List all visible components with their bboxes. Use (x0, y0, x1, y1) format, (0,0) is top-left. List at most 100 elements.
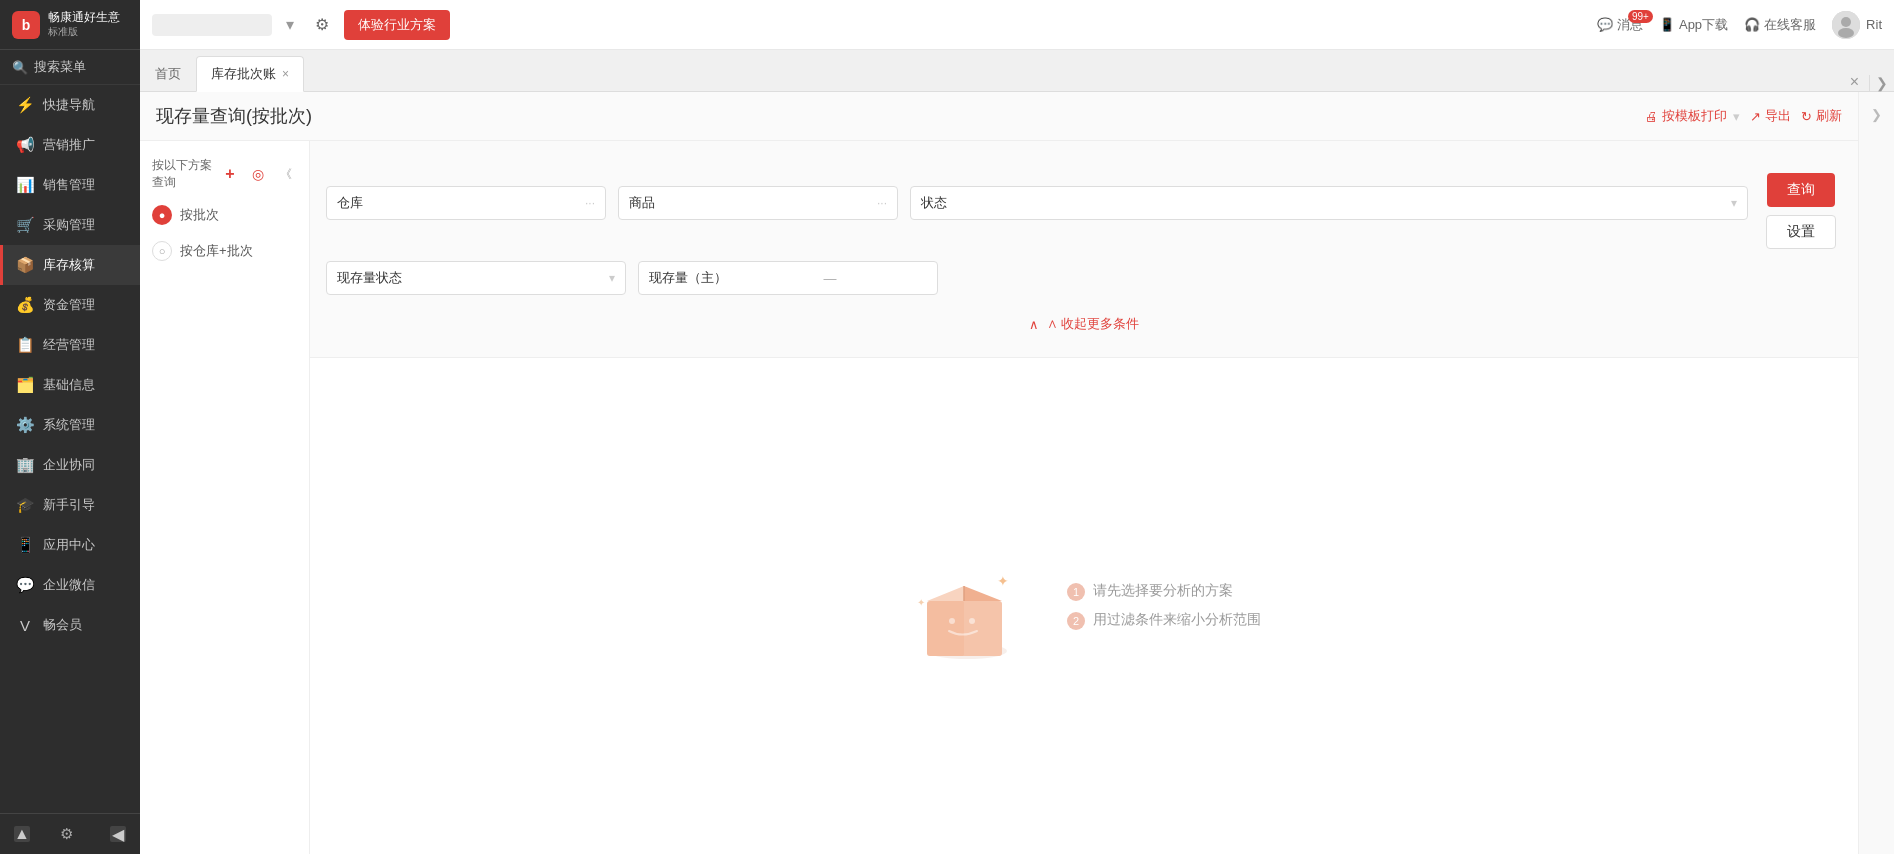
scroll-up-btn[interactable]: ▲ (14, 826, 30, 842)
sidebar-item-operation[interactable]: 📋 经营管理 (0, 325, 140, 365)
sidebar-header: b 畅康通好生意 标准版 (0, 0, 140, 50)
shortcut-icon: ⚡ (15, 95, 35, 115)
experience-btn[interactable]: 体验行业方案 (344, 10, 450, 40)
filter-row-2: 现存量状态 ▾ 现存量（主） — (326, 261, 1842, 295)
sidebar-item-marketing[interactable]: 📢 营销推广 (0, 125, 140, 165)
topbar-left: ▾ ⚙ 体验行业方案 (152, 10, 1589, 40)
filter-main: 仓库 ··· 商品 ··· 状态 (310, 141, 1858, 854)
purchase-icon: 🛒 (15, 215, 35, 235)
export-btn[interactable]: ↗ 导出 (1750, 107, 1791, 125)
template-print-btn[interactable]: 🖨 按模板打印 ▾ (1645, 107, 1740, 125)
filter-item-warehouse-batch[interactable]: ○ 按仓库+批次 (140, 233, 309, 269)
sidebar-item-system[interactable]: ⚙️ 系统管理 (0, 405, 140, 445)
tab-home[interactable]: 首页 (140, 55, 196, 91)
collapse-filter-btn[interactable]: 《 (275, 163, 297, 185)
topbar-gear-btn[interactable]: ⚙ (308, 11, 336, 39)
sidebar-item-enterprise[interactable]: 🏢 企业协同 (0, 445, 140, 485)
batch-active-icon: ● (152, 205, 172, 225)
collapse-sidebar-btn[interactable]: ◀ (110, 826, 126, 842)
svg-point-11 (949, 618, 955, 624)
inv-status-dropdown-icon: ▾ (609, 271, 615, 285)
messages-badge: 99+ (1628, 10, 1653, 23)
svg-point-12 (969, 618, 975, 624)
inventory-status-field[interactable]: 现存量状态 ▾ (326, 261, 626, 295)
sidebar-nav: ⚡ 快捷导航 📢 营销推广 📊 销售管理 🛒 采购管理 📦 库存核算 💰 资金管… (0, 85, 140, 813)
empty-state: ✦ ✦ 1 (310, 357, 1858, 854)
download-icon: 📱 (1659, 17, 1675, 32)
system-icon: ⚙️ (15, 415, 35, 435)
app-download-btn[interactable]: 📱 App下载 (1659, 16, 1728, 34)
finance-icon: 💰 (15, 295, 35, 315)
inventory-icon: 📦 (15, 255, 35, 275)
tab-inventory-batch[interactable]: 库存批次账 × (196, 56, 304, 92)
online-support-btn[interactable]: 🎧 在线客服 (1744, 16, 1816, 34)
wechat-icon: 💬 (15, 575, 35, 595)
warehouse-batch-icon: ○ (152, 241, 172, 261)
sidebar-item-vip[interactable]: V 畅会员 (0, 605, 140, 645)
page-title: 现存量查询(按批次) (156, 104, 312, 128)
svg-marker-5 (927, 586, 964, 601)
svg-rect-7 (927, 601, 964, 656)
settings-btn[interactable]: ⚙ (56, 824, 76, 844)
sidebar-item-apps[interactable]: 📱 应用中心 (0, 525, 140, 565)
sidebar-item-inventory[interactable]: 📦 库存核算 (0, 245, 140, 285)
export-icon: ↗ (1750, 109, 1761, 124)
search-icon: 🔍 (12, 60, 28, 75)
filter-action-buttons: 查询 设置 (1760, 157, 1842, 249)
empty-illustration: ✦ ✦ (907, 546, 1027, 666)
expand-icon[interactable]: ❯ (1869, 75, 1894, 91)
support-icon: 🎧 (1744, 17, 1760, 32)
query-btn[interactable]: 查询 (1767, 173, 1835, 207)
inv-main-separator: — (824, 271, 837, 286)
gear-icon: ⚙ (315, 15, 329, 34)
svg-point-2 (1838, 28, 1854, 38)
filter-item-batch[interactable]: ● 按批次 (140, 197, 309, 233)
status-dropdown-icon: ▾ (1731, 196, 1737, 210)
scheme-settings-btn[interactable]: ◎ (247, 163, 269, 185)
settings-btn[interactable]: 设置 (1766, 215, 1836, 249)
newbie-icon: 🎓 (15, 495, 35, 515)
filter-row-1: 仓库 ··· 商品 ··· 状态 (326, 157, 1842, 249)
sidebar-item-basic[interactable]: 🗂️ 基础信息 (0, 365, 140, 405)
filter-form: 仓库 ··· 商品 ··· 状态 (310, 141, 1858, 357)
sidebar-item-purchase[interactable]: 🛒 采购管理 (0, 205, 140, 245)
empty-step-1: 1 请先选择要分析的方案 (1067, 582, 1261, 601)
sidebar-item-newbie[interactable]: 🎓 新手引导 (0, 485, 140, 525)
topbar-dropdown-icon[interactable]: ▾ (280, 15, 300, 35)
content-area: 现存量查询(按批次) 🖨 按模板打印 ▾ ↗ 导出 ↻ 刷新 (140, 92, 1894, 854)
sidebar-item-finance[interactable]: 💰 资金管理 (0, 285, 140, 325)
tab-close-icon[interactable]: × (282, 67, 289, 81)
messages-btn[interactable]: 💬 消息 99+ (1597, 16, 1643, 34)
vip-icon: V (15, 615, 35, 635)
page-wrapper: 现存量查询(按批次) 🖨 按模板打印 ▾ ↗ 导出 ↻ 刷新 (140, 92, 1858, 854)
inventory-main-field[interactable]: 现存量（主） — (638, 261, 938, 295)
warehouse-field[interactable]: 仓库 ··· (326, 186, 606, 220)
enterprise-icon: 🏢 (15, 455, 35, 475)
app-logo: b (12, 11, 40, 39)
dropdown-print-icon[interactable]: ▾ (1733, 109, 1740, 124)
close-page-btn[interactable]: × (1840, 73, 1869, 91)
user-avatar (1832, 11, 1860, 39)
page-header: 现存量查询(按批次) 🖨 按模板打印 ▾ ↗ 导出 ↻ 刷新 (140, 92, 1858, 141)
main-area: ▾ ⚙ 体验行业方案 💬 消息 99+ 📱 App下载 🎧 在线客服 (140, 0, 1894, 854)
refresh-btn[interactable]: ↻ 刷新 (1801, 107, 1842, 125)
filter-sidebar: 按以下方案查询 + ◎ 《 ● 按批次 ○ 按仓库+批次 (140, 141, 310, 854)
filter-area: 按以下方案查询 + ◎ 《 ● 按批次 ○ 按仓库+批次 (140, 141, 1858, 854)
sidebar-item-shortcut[interactable]: ⚡ 快捷导航 (0, 85, 140, 125)
topbar-right: 💬 消息 99+ 📱 App下载 🎧 在线客服 Rit (1597, 11, 1882, 39)
sidebar-item-sales[interactable]: 📊 销售管理 (0, 165, 140, 205)
sidebar-item-wechat[interactable]: 💬 企业微信 (0, 565, 140, 605)
add-scheme-btn[interactable]: + (219, 163, 241, 185)
right-panel-scroll[interactable]: ❯ (1863, 100, 1891, 128)
search-menu[interactable]: 🔍 搜索菜单 (0, 50, 140, 85)
basic-icon: 🗂️ (15, 375, 35, 395)
svg-text:✦: ✦ (997, 573, 1009, 589)
topbar-search-input[interactable] (152, 14, 272, 36)
user-area[interactable]: Rit (1832, 11, 1882, 39)
collapse-filter-btn[interactable]: ∧ ∧ 收起更多条件 (326, 307, 1842, 341)
tabbar: 首页 库存批次账 × × ❯ (140, 50, 1894, 92)
status-field[interactable]: 状态 ▾ (910, 186, 1748, 220)
user-name: Rit (1866, 17, 1882, 32)
product-field[interactable]: 商品 ··· (618, 186, 898, 220)
right-panel: ❯ (1858, 92, 1894, 854)
